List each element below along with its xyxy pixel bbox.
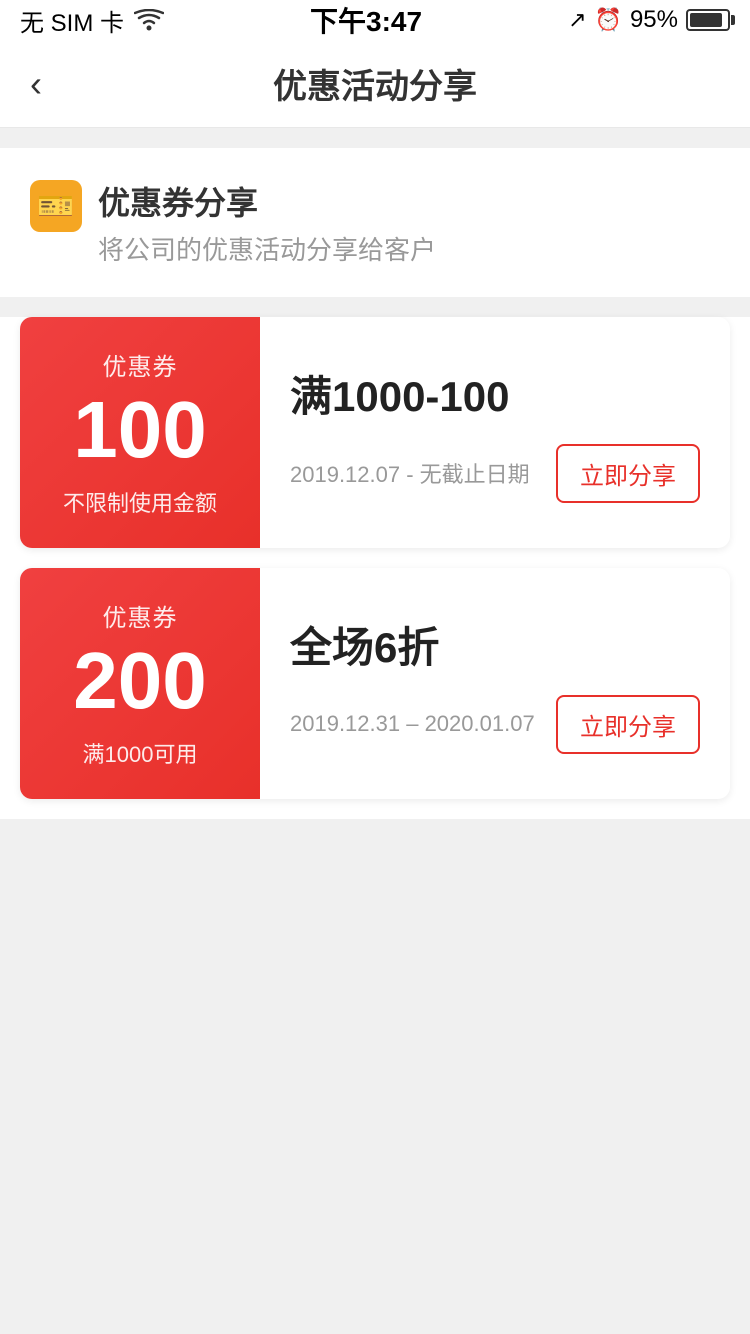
battery-fill	[690, 13, 722, 27]
section-icon: 🎫	[30, 180, 82, 232]
section-description: 将公司的优惠活动分享给客户	[98, 230, 436, 267]
status-left: 无 SIM 卡	[20, 3, 164, 38]
coupon-value-2: 200	[73, 641, 206, 721]
location-icon: ↗	[568, 7, 586, 33]
coupon-right-2: 全场6折 2019.12.31 – 2020.01.07 立即分享	[260, 568, 730, 799]
coupon-list: 优惠券 100 不限制使用金额 满1000-100 2019.12.07 - 无…	[0, 317, 750, 819]
coupon-name-2: 全场6折	[290, 614, 700, 675]
carrier-label: 无 SIM 卡	[20, 3, 124, 38]
coupon-name-1: 满1000-100	[290, 363, 700, 424]
alarm-icon: ⏰	[595, 7, 622, 33]
coupon-meta-2: 2019.12.31 – 2020.01.07 立即分享	[290, 695, 700, 754]
section-title: 优惠券分享	[98, 178, 436, 224]
coupon-date-2: 2019.12.31 – 2020.01.07	[290, 711, 546, 737]
section-header: 🎫 优惠券分享 将公司的优惠活动分享给客户	[0, 148, 750, 297]
coupon-condition-1: 不限制使用金额	[63, 486, 217, 518]
back-button[interactable]: ‹	[30, 63, 42, 105]
coupon-condition-2: 满1000可用	[83, 737, 198, 769]
coupon-value-1: 100	[73, 390, 206, 470]
section-icon-emoji: 🎫	[37, 189, 74, 224]
status-right: ↗ ⏰ 95%	[568, 6, 730, 34]
content-area: 🎫 优惠券分享 将公司的优惠活动分享给客户 优惠券 100 不限制使用金额 满1…	[0, 128, 750, 839]
battery-percent: 95%	[630, 6, 678, 34]
nav-title: 优惠活动分享	[273, 59, 477, 108]
nav-bar: ‹ 优惠活动分享	[0, 40, 750, 128]
status-bar: 无 SIM 卡 下午3:47 ↗ ⏰ 95%	[0, 0, 750, 40]
battery-icon	[686, 9, 730, 31]
coupon-card-1: 优惠券 100 不限制使用金额 满1000-100 2019.12.07 - 无…	[20, 317, 730, 548]
coupon-meta-1: 2019.12.07 - 无截止日期 立即分享	[290, 444, 700, 503]
section-text: 优惠券分享 将公司的优惠活动分享给客户	[98, 178, 436, 267]
coupon-label-2: 优惠券	[103, 598, 178, 633]
share-button-1[interactable]: 立即分享	[556, 444, 700, 503]
coupon-date-1: 2019.12.07 - 无截止日期	[290, 457, 546, 489]
coupon-right-1: 满1000-100 2019.12.07 - 无截止日期 立即分享	[260, 317, 730, 548]
wifi-icon	[134, 9, 164, 31]
coupon-left-1: 优惠券 100 不限制使用金额	[20, 317, 260, 548]
share-button-2[interactable]: 立即分享	[556, 695, 700, 754]
status-time: 下午3:47	[310, 0, 422, 40]
coupon-left-2: 优惠券 200 满1000可用	[20, 568, 260, 799]
coupon-label-1: 优惠券	[103, 347, 178, 382]
coupon-card-2: 优惠券 200 满1000可用 全场6折 2019.12.31 – 2020.0…	[20, 568, 730, 799]
